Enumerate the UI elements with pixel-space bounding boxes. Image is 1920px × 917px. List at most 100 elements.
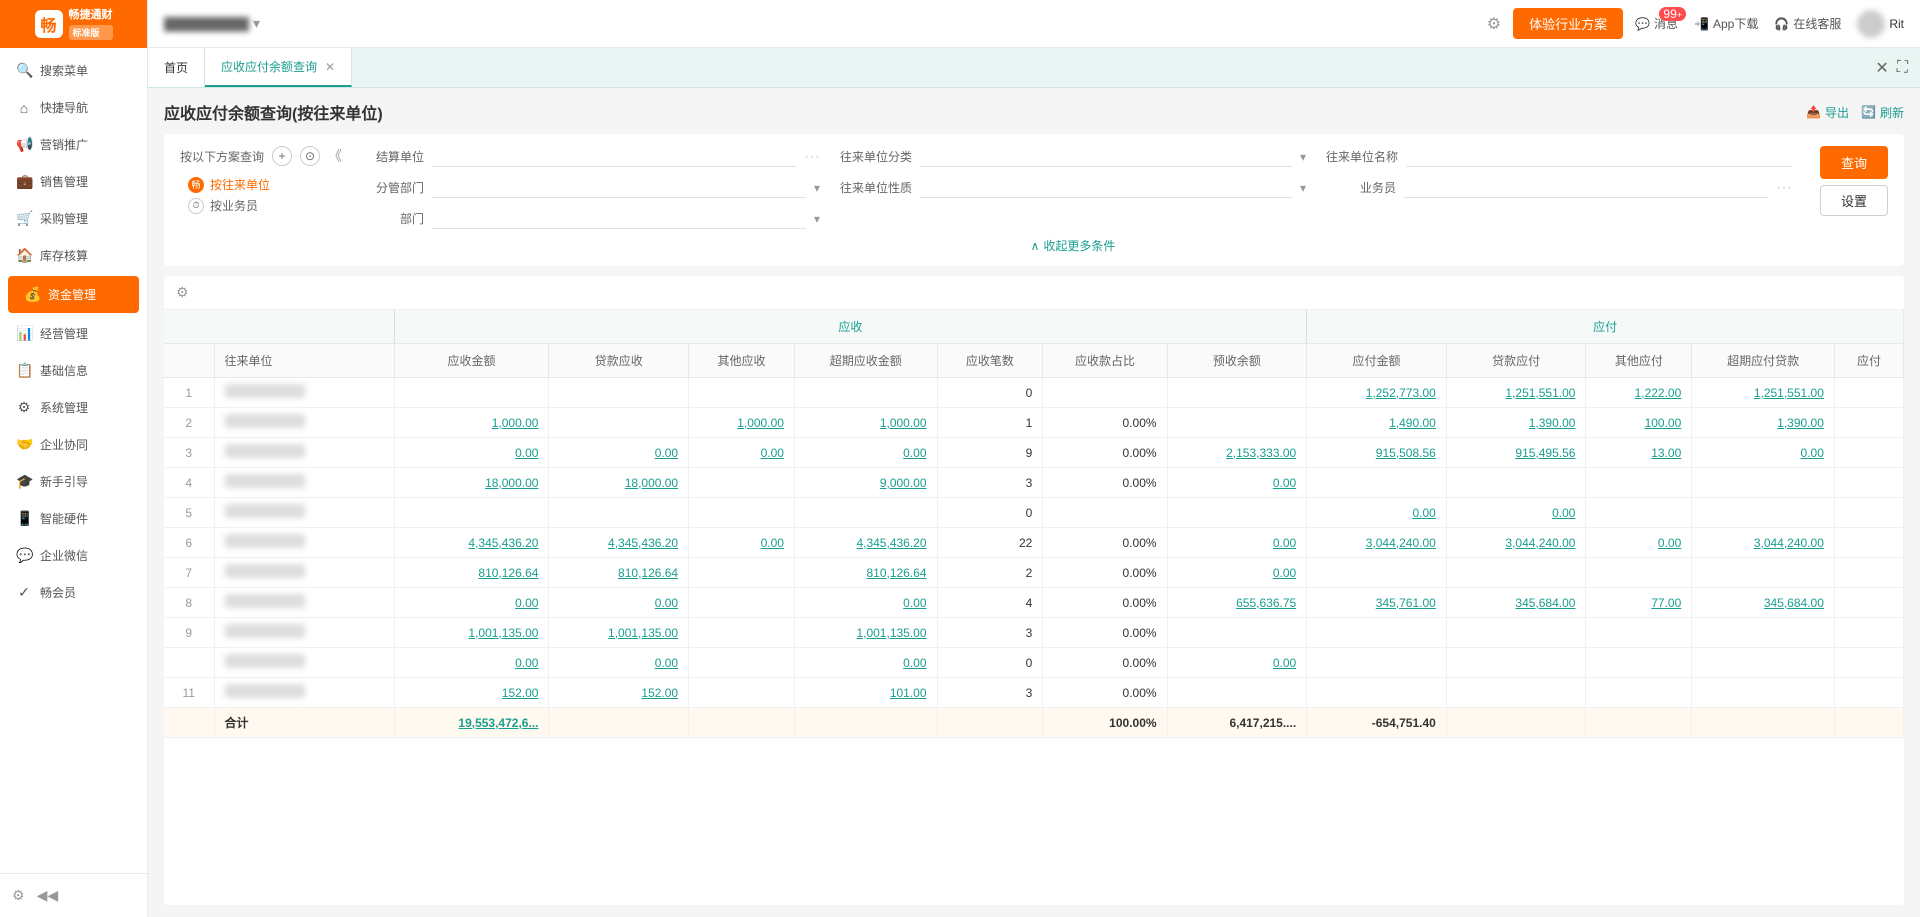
cell-link[interactable]: 0.00	[903, 446, 926, 460]
user-avatar-button[interactable]: Rit	[1857, 10, 1904, 38]
cell-link[interactable]: 152.00	[641, 686, 678, 700]
cell-link[interactable]: 1,001,135.00	[468, 626, 538, 640]
cell-link[interactable]: 4,345,436.20	[608, 536, 678, 550]
cell-link[interactable]: 3,044,240.00	[1754, 536, 1824, 550]
filter-collapse-more-btn[interactable]: ∧ 收起更多条件	[354, 237, 1792, 254]
tab-ar-ap[interactable]: 应收应付余额查询 ✕	[205, 48, 352, 87]
cell-link[interactable]: 1,000.00	[737, 416, 784, 430]
cell-link[interactable]: 0.00	[1658, 536, 1681, 550]
cell-link[interactable]: 4,345,436.20	[468, 536, 538, 550]
dept-mgr-input[interactable]	[432, 177, 806, 198]
cell-link[interactable]: 1,390.00	[1529, 416, 1576, 430]
sidebar-item-finance[interactable]: 💰 资金管理	[8, 276, 139, 313]
cell-link[interactable]: 1,490.00	[1389, 416, 1436, 430]
cell-link[interactable]: 18,000.00	[625, 476, 678, 490]
filter-settings-icon-btn[interactable]: ⊙	[300, 146, 320, 166]
topbar-gear-icon[interactable]: ⚙	[1487, 14, 1501, 34]
cell-link[interactable]: 100.00	[1645, 416, 1682, 430]
cell-link[interactable]: 1,000.00	[880, 416, 927, 430]
scheme-by-salesman[interactable]: ⏱ 按业务员	[188, 197, 342, 214]
refresh-button[interactable]: 🔄 刷新	[1861, 104, 1904, 121]
cell-link[interactable]: 0.00	[1273, 566, 1296, 580]
dept-chevron-icon[interactable]: ▾	[814, 212, 820, 226]
sidebar-item-search-menu[interactable]: 🔍 搜索菜单	[0, 52, 147, 89]
salesman-dots-icon[interactable]: ···	[1776, 179, 1792, 197]
cell-link[interactable]: 915,495.56	[1515, 446, 1575, 460]
cell-link[interactable]: 0.00	[1273, 656, 1296, 670]
cell-link[interactable]: 345,761.00	[1376, 596, 1436, 610]
cell-link[interactable]: 101.00	[890, 686, 927, 700]
partner-name-input[interactable]	[1406, 146, 1792, 167]
dept-input[interactable]	[432, 208, 806, 229]
cell-link[interactable]: 152.00	[502, 686, 539, 700]
sidebar-item-marketing[interactable]: 📢 营销推广	[0, 126, 147, 163]
cell-link[interactable]: 915,508.56	[1376, 446, 1436, 460]
message-button[interactable]: 💬 消息 99+	[1635, 15, 1678, 32]
sidebar-item-enterprise[interactable]: 🤝 企业协同	[0, 426, 147, 463]
cell-link[interactable]: 9,000.00	[880, 476, 927, 490]
cell-link[interactable]: 0.00	[655, 446, 678, 460]
cell-link[interactable]: 810,126.64	[866, 566, 926, 580]
cell-link[interactable]: 0.00	[515, 596, 538, 610]
settlement-dots-icon[interactable]: ···	[804, 148, 820, 166]
sidebar-item-hardware[interactable]: 📱 智能硬件	[0, 500, 147, 537]
query-button[interactable]: 查询	[1820, 146, 1888, 179]
sidebar-item-wechat[interactable]: 💬 企业微信	[0, 537, 147, 574]
cell-link[interactable]: 0.00	[1552, 506, 1575, 520]
cell-link[interactable]: 1,252,773.00	[1366, 386, 1436, 400]
app-download-button[interactable]: 📲 App下载	[1694, 15, 1758, 32]
sidebar-item-inventory[interactable]: 🏠 库存核算	[0, 237, 147, 274]
table-settings-icon[interactable]: ⚙	[176, 284, 189, 301]
cell-link[interactable]: 810,126.64	[478, 566, 538, 580]
breadcrumb-dropdown[interactable]: ▾	[253, 15, 260, 32]
cell-link[interactable]: 345,684.00	[1764, 596, 1824, 610]
cell-link[interactable]: 1,222.00	[1635, 386, 1682, 400]
partner-category-input[interactable]	[920, 146, 1292, 167]
cell-link[interactable]: 1,000.00	[492, 416, 539, 430]
cell-link[interactable]: 0.00	[1412, 506, 1435, 520]
tab-home[interactable]: 首页	[148, 48, 205, 87]
cell-link[interactable]: 13.00	[1651, 446, 1681, 460]
cell-link[interactable]: 1,001,135.00	[608, 626, 678, 640]
tab-close-btn[interactable]: ✕	[325, 60, 335, 74]
sidebar-settings-btn[interactable]: ⚙	[12, 887, 25, 904]
sidebar-collapse-btn[interactable]: ◀◀	[37, 887, 59, 904]
cell-link[interactable]: 0.00	[655, 596, 678, 610]
cell-link[interactable]: 0.00	[655, 656, 678, 670]
settings-button[interactable]: 设置	[1820, 185, 1888, 216]
tab-maximize-icon[interactable]: ⛶	[1897, 59, 1908, 77]
table-wrap[interactable]: 应收 应付 往来单位 应收金额 贷款应收 其他应收 超期应收金额 应收笔数 应收…	[164, 310, 1904, 905]
sidebar-item-member[interactable]: ✓ 畅会员	[0, 574, 147, 611]
cell-link[interactable]: 3,044,240.00	[1505, 536, 1575, 550]
partner-nature-chevron-icon[interactable]: ▾	[1300, 181, 1306, 195]
promo-button[interactable]: 体验行业方案	[1513, 8, 1623, 39]
partner-category-chevron-icon[interactable]: ▾	[1300, 150, 1306, 164]
filter-collapse-btn[interactable]: 《	[328, 146, 342, 166]
sidebar-item-quick-nav[interactable]: ⌂ 快捷导航	[0, 89, 147, 126]
cell-link[interactable]: 2,153,333.00	[1226, 446, 1296, 460]
export-button[interactable]: 📤 导出	[1806, 104, 1849, 121]
sidebar-item-purchase[interactable]: 🛒 采购管理	[0, 200, 147, 237]
scheme-by-partner[interactable]: 畅 按往来单位	[188, 176, 342, 193]
cell-link[interactable]: 1,251,551.00	[1505, 386, 1575, 400]
cell-link[interactable]: 4,345,436.20	[856, 536, 926, 550]
sidebar-item-guide[interactable]: 🎓 新手引导	[0, 463, 147, 500]
cell-link[interactable]: 0.00	[1273, 476, 1296, 490]
sidebar-item-operations[interactable]: 📊 经营管理	[0, 315, 147, 352]
cell-link[interactable]: 0.00	[903, 596, 926, 610]
cell-link[interactable]: 1,001,135.00	[856, 626, 926, 640]
cell-link[interactable]: 0.00	[761, 446, 784, 460]
cell-link[interactable]: 0.00	[903, 656, 926, 670]
cell-link[interactable]: 345,684.00	[1515, 596, 1575, 610]
tab-close-all-icon[interactable]: ✕	[1875, 58, 1888, 78]
cell-link[interactable]: 1,251,551.00	[1754, 386, 1824, 400]
cell-link[interactable]: 0.00	[515, 656, 538, 670]
dept-mgr-chevron-icon[interactable]: ▾	[814, 181, 820, 195]
settlement-input[interactable]	[432, 146, 796, 167]
cell-link[interactable]: 0.00	[515, 446, 538, 460]
partner-nature-input[interactable]	[920, 177, 1292, 198]
cell-link[interactable]: 77.00	[1651, 596, 1681, 610]
salesman-input[interactable]	[1404, 177, 1768, 198]
sidebar-item-system[interactable]: ⚙ 系统管理	[0, 389, 147, 426]
cell-link[interactable]: 0.00	[761, 536, 784, 550]
